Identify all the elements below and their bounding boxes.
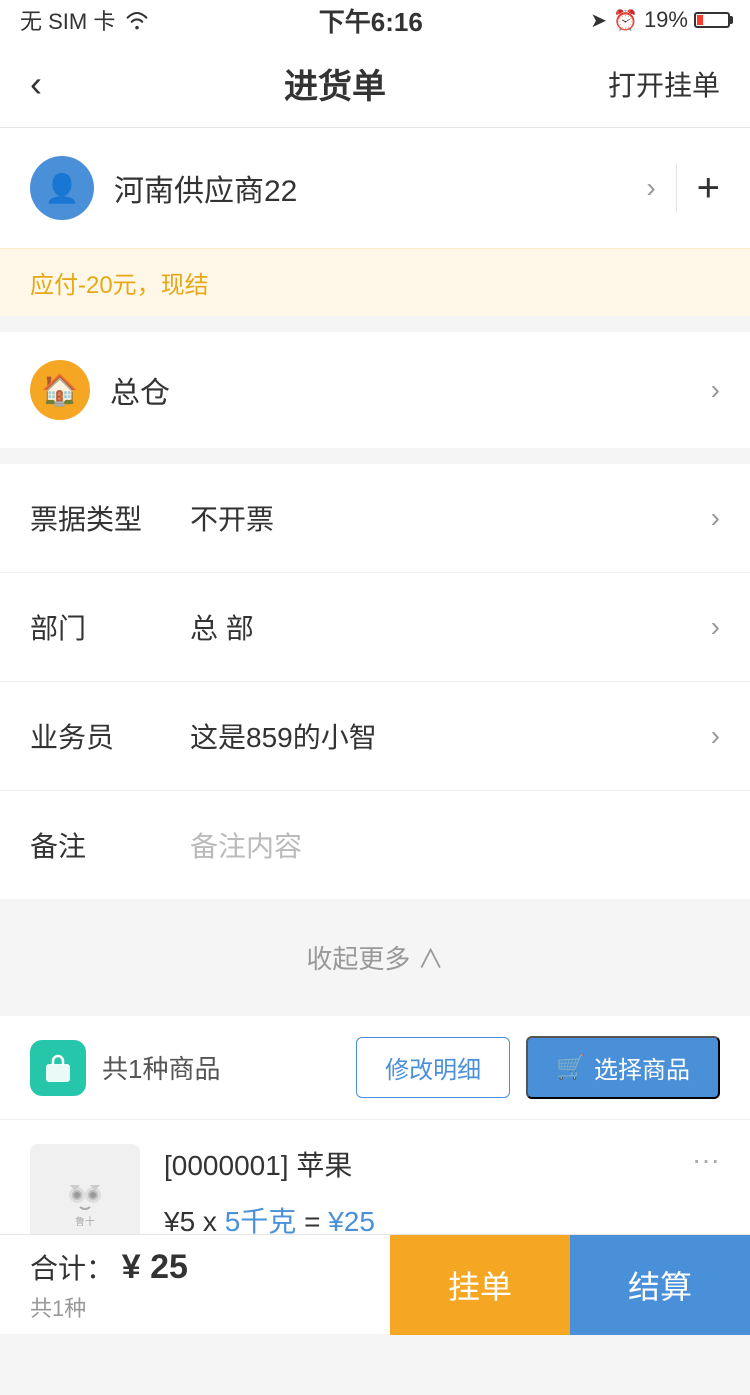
products-header: 共1种商品 修改明细 🛒 选择商品 [0, 1016, 750, 1120]
department-label: 部门 [30, 607, 170, 647]
shopping-bag-icon [40, 1050, 76, 1086]
salesperson-value: 这是859的小智 [190, 716, 711, 756]
total-amount: ¥ 25 [122, 1248, 188, 1286]
warehouse-icon: 🏠 [30, 360, 90, 420]
warehouse-card[interactable]: 🏠 总仓 › [0, 332, 750, 448]
salesperson-chevron-icon: › [711, 720, 720, 752]
divider [676, 163, 677, 213]
wifi-icon [123, 10, 151, 30]
form-card: 票据类型 不开票 › 部门 总 部 › 业务员 这是859的小智 › 备注 备注… [0, 464, 750, 899]
notice-banner: 应付-20元，现结 [0, 248, 750, 316]
open-hang-button[interactable]: 打开挂单 [608, 64, 720, 104]
house-icon: 🏠 [41, 373, 78, 408]
select-product-button[interactable]: 🛒 选择商品 [526, 1036, 720, 1099]
unit-price: ¥5 x [164, 1206, 225, 1237]
product-name: [0000001] 苹果 [164, 1144, 692, 1184]
product-info: [0000001] 苹果 ¥5 x 5千克 = ¥25 [164, 1144, 692, 1240]
invoice-chevron-icon: › [711, 502, 720, 534]
supplier-chevron-icon: › [646, 172, 655, 204]
product-title: 苹果 [296, 1150, 352, 1181]
content: 👤 河南供应商22 › + 应付-20元，现结 🏠 总仓 › 票据类型 不开票 … [0, 128, 750, 1279]
quantity: 5千克 [225, 1206, 297, 1237]
invoice-type-value: 不开票 [190, 498, 711, 538]
battery-label: 19% [644, 7, 688, 33]
supplier-avatar: 👤 [30, 156, 94, 220]
select-product-icon: 🛒 [556, 1053, 586, 1082]
status-bar: 无 SIM 卡 下午6:16 ➤ ⏰ 19% [0, 0, 750, 40]
collapse-button[interactable]: 收起更多 ∧ [0, 915, 750, 1000]
product-more-button[interactable]: ··· [692, 1144, 720, 1176]
add-supplier-button[interactable]: + [697, 166, 720, 211]
invoice-type-row[interactable]: 票据类型 不开票 › [0, 464, 750, 573]
status-time: 下午6:16 [319, 2, 423, 39]
alarm-icon: ⏰ [613, 8, 638, 33]
total-label: 合计： [30, 1253, 114, 1284]
status-right: ➤ ⏰ 19% [590, 7, 730, 33]
supplier-name: 河南供应商22 [114, 166, 646, 210]
notice-text: 应付-20元，现结 [30, 272, 209, 299]
footer-count: 共1种 [30, 1291, 360, 1323]
back-button[interactable]: ‹ [30, 63, 62, 105]
hang-button[interactable]: 挂单 [390, 1235, 570, 1335]
nav-bar: ‹ 进货单 打开挂单 [0, 40, 750, 128]
supplier-row[interactable]: 👤 河南供应商22 › + [0, 128, 750, 248]
collapse-label: 收起更多 ∧ [306, 939, 443, 976]
salesperson-label: 业务员 [30, 716, 170, 756]
product-owl-icon: 鲁十 [55, 1169, 115, 1229]
warehouse-name: 总仓 [110, 368, 711, 412]
select-product-label: 选择商品 [594, 1050, 690, 1085]
remarks-label: 备注 [30, 825, 170, 865]
page-title: 进货单 [62, 59, 608, 108]
edit-details-button[interactable]: 修改明细 [356, 1037, 510, 1098]
footer-total-row: 合计： ¥ 25 [30, 1247, 360, 1287]
remarks-placeholder: 备注内容 [190, 825, 720, 865]
footer-total: 合计： ¥ 25 共1种 [0, 1247, 390, 1323]
carrier-label: 无 SIM 卡 [20, 4, 115, 36]
products-count: 共1种商品 [102, 1049, 356, 1086]
status-left: 无 SIM 卡 [20, 4, 151, 36]
price-equals: = [304, 1206, 328, 1237]
total-price: ¥25 [328, 1206, 375, 1237]
products-icon-wrap [30, 1040, 86, 1096]
svg-text:鲁十: 鲁十 [75, 1215, 95, 1228]
invoice-type-label: 票据类型 [30, 498, 170, 538]
salesperson-row[interactable]: 业务员 这是859的小智 › [0, 682, 750, 791]
supplier-card: 👤 河南供应商22 › + 应付-20元，现结 [0, 128, 750, 316]
department-chevron-icon: › [711, 611, 720, 643]
battery-icon [694, 12, 730, 28]
supplier-avatar-icon: 👤 [45, 172, 80, 205]
department-value: 总 部 [190, 607, 711, 647]
location-icon: ➤ [590, 8, 607, 33]
footer: 合计： ¥ 25 共1种 挂单 结算 [0, 1234, 750, 1334]
warehouse-row[interactable]: 🏠 总仓 › [0, 332, 750, 448]
checkout-button[interactable]: 结算 [570, 1235, 750, 1335]
product-code: [0000001] [164, 1150, 296, 1181]
warehouse-chevron-icon: › [711, 374, 720, 406]
department-row[interactable]: 部门 总 部 › [0, 573, 750, 682]
remarks-row[interactable]: 备注 备注内容 [0, 791, 750, 899]
